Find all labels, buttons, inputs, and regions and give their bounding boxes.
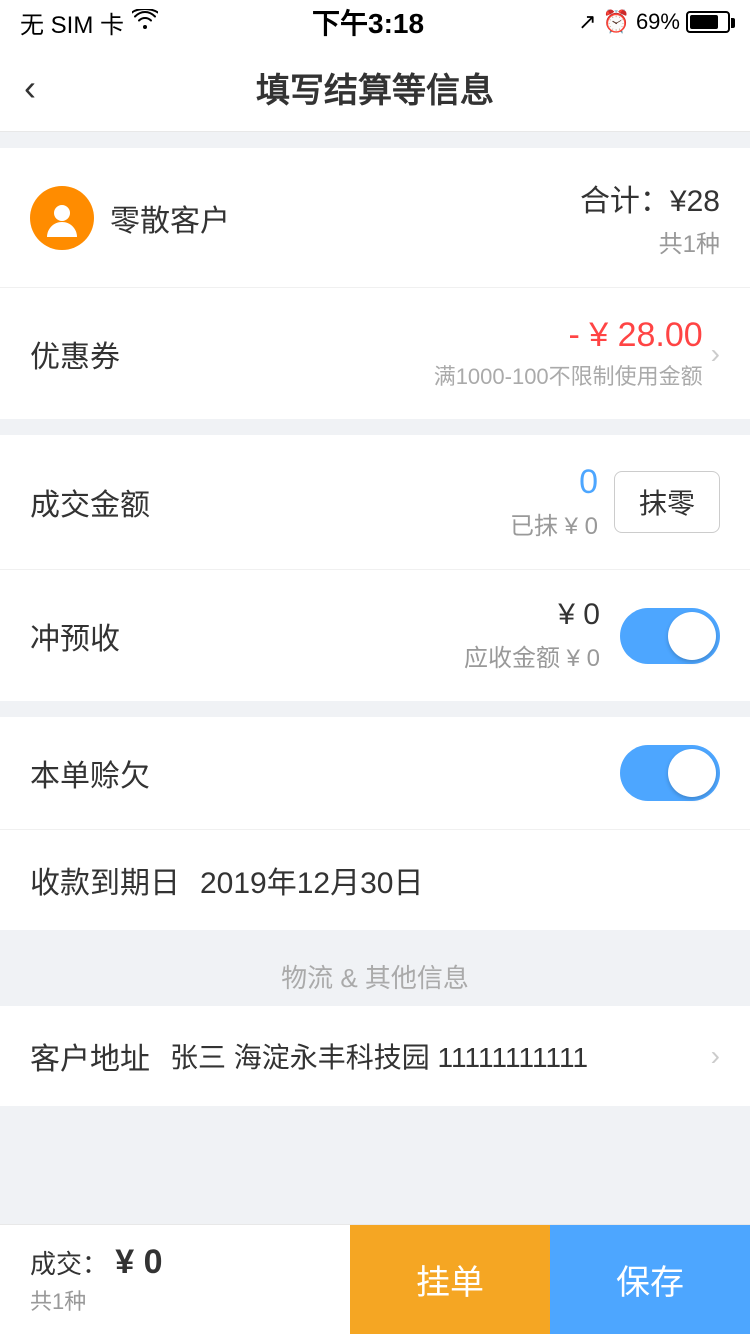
total-amount: 合计：¥28 <box>580 176 720 220</box>
address-chevron-icon: › <box>711 1040 720 1072</box>
coupon-discount: - ¥ 28.00 <box>434 316 703 355</box>
coupon-row[interactable]: 优惠券 - ¥ 28.00 满1000-100不限制使用金额 › <box>0 287 750 419</box>
back-button[interactable]: ‹ <box>24 67 36 109</box>
deal-section: 成交金额 0 已抹 ¥ 0 抹零 冲预收 ¥ 0 应收金额 ¥ 0 <box>0 435 750 701</box>
deal-amount-right: 0 已抹 ¥ 0 抹零 <box>510 463 720 541</box>
debt-row: 本单赊欠 <box>0 717 750 829</box>
debt-card: 本单赊欠 收款到期日 2019年12月30日 <box>0 717 750 930</box>
total-count: 共1种 <box>580 224 720 259</box>
bottom-deal-row: 成交： ¥ 0 <box>30 1243 320 1282</box>
bottom-deal-label: 成交： <box>30 1249 108 1279</box>
due-date-label: 收款到期日 <box>30 858 180 902</box>
debt-label: 本单赊欠 <box>30 751 150 795</box>
address-label: 客户地址 <box>30 1034 150 1078</box>
nav-title: 填写结算等信息 <box>256 63 494 112</box>
customer-name: 零散客户 <box>110 196 230 240</box>
bottom-buttons: 挂单 保存 <box>350 1225 750 1334</box>
logistics-divider: 物流 & 其他信息 <box>0 946 750 1006</box>
pre-collect-right: ¥ 0 应收金额 ¥ 0 <box>464 598 720 673</box>
bottom-deal-amount: ¥ 0 <box>115 1243 162 1281</box>
pre-collect-values: ¥ 0 应收金额 ¥ 0 <box>464 598 600 673</box>
address-value: 张三 海淀永丰科技园 11111111111 <box>170 1036 711 1076</box>
pre-collect-row: 冲预收 ¥ 0 应收金额 ¥ 0 <box>0 570 750 701</box>
address-card[interactable]: 客户地址 张三 海淀永丰科技园 11111111111 › <box>0 1006 750 1106</box>
pre-collect-label: 冲预收 <box>30 614 120 658</box>
debt-toggle-knob <box>668 749 716 797</box>
status-bar: 无 SIM 卡 下午3:18 ↗ ⏰ 69% <box>0 0 750 44</box>
pending-button[interactable]: 挂单 <box>350 1225 550 1334</box>
deal-amount-label: 成交金额 <box>30 480 150 524</box>
round-off-button[interactable]: 抹零 <box>614 471 720 533</box>
deal-amount-row: 成交金额 0 已抹 ¥ 0 抹零 <box>0 435 750 570</box>
battery-percent: 69% <box>636 9 680 35</box>
save-button[interactable]: 保存 <box>550 1225 750 1334</box>
wifi-icon <box>132 8 158 36</box>
logistics-label: 物流 & 其他信息 <box>281 958 469 995</box>
pre-collect-sub: 应收金额 ¥ 0 <box>464 638 600 673</box>
address-row[interactable]: 客户地址 张三 海淀永丰科技园 11111111111 › <box>0 1006 750 1106</box>
bottom-bar: 成交： ¥ 0 共1种 挂单 保存 <box>0 1224 750 1334</box>
coupon-info: - ¥ 28.00 满1000-100不限制使用金额 <box>434 316 703 391</box>
debt-toggle[interactable] <box>620 745 720 801</box>
battery-icon <box>686 11 730 33</box>
coupon-right: - ¥ 28.00 满1000-100不限制使用金额 › <box>434 316 720 391</box>
carrier-text: 无 SIM 卡 <box>20 5 124 40</box>
deal-amount-values: 0 已抹 ¥ 0 <box>510 463 598 541</box>
pre-collect-amount: ¥ 0 <box>558 598 600 632</box>
deal-amount-sub: 已抹 ¥ 0 <box>510 506 598 541</box>
customer-total: 合计：¥28 共1种 <box>580 176 720 259</box>
coupon-desc: 满1000-100不限制使用金额 <box>434 359 703 391</box>
coupon-chevron-icon: › <box>711 338 720 370</box>
bottom-count: 共1种 <box>30 1284 320 1316</box>
toggle-knob <box>668 612 716 660</box>
alarm-icon: ⏰ <box>603 9 630 35</box>
nav-bar: ‹ 填写结算等信息 <box>0 44 750 132</box>
status-time: 下午3:18 <box>312 2 424 42</box>
status-left: 无 SIM 卡 <box>20 5 158 40</box>
deal-amount-value: 0 <box>510 463 598 502</box>
customer-row: 零散客户 合计：¥28 共1种 <box>0 148 750 287</box>
coupon-label: 优惠券 <box>30 332 120 376</box>
due-date-row: 收款到期日 2019年12月30日 <box>0 829 750 930</box>
customer-avatar <box>30 186 94 250</box>
location-icon: ↗ <box>578 9 596 35</box>
pre-collect-toggle[interactable] <box>620 608 720 664</box>
due-date-value: 2019年12月30日 <box>200 858 423 902</box>
content: 零散客户 合计：¥28 共1种 优惠券 - ¥ 28.00 满1000-100不… <box>0 132 750 1242</box>
bottom-info: 成交： ¥ 0 共1种 <box>0 1243 350 1316</box>
customer-card: 零散客户 合计：¥28 共1种 优惠券 - ¥ 28.00 满1000-100不… <box>0 148 750 419</box>
customer-left: 零散客户 <box>30 186 230 250</box>
status-right: ↗ ⏰ 69% <box>578 9 730 35</box>
